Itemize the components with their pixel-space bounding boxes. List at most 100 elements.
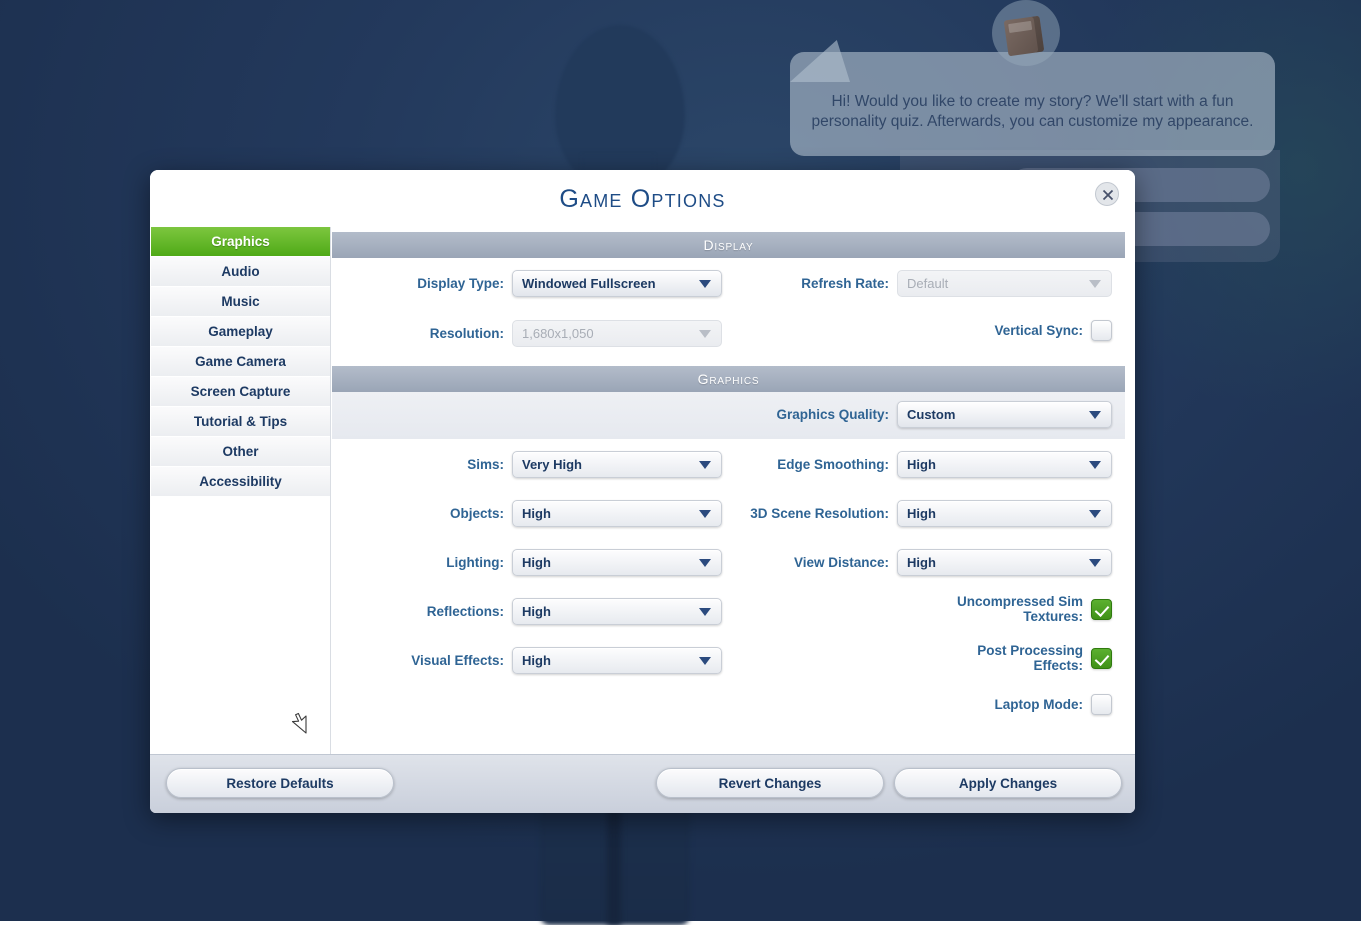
- display-type-label: Display Type:: [337, 276, 512, 291]
- reflections-dropdown[interactable]: High: [512, 598, 722, 625]
- sidebar-item-accessibility[interactable]: Accessibility: [151, 467, 330, 497]
- sidebar-item-label: Music: [221, 294, 259, 309]
- chevron-down-icon: [1089, 411, 1101, 419]
- chevron-down-icon: [1089, 559, 1101, 567]
- row-display-type: Display Type: Windowed Fullscreen Refres…: [332, 258, 1125, 310]
- sidebar-item-game-camera[interactable]: Game Camera: [151, 347, 330, 377]
- chevron-down-icon: [699, 657, 711, 665]
- reflections-value: High: [513, 604, 551, 619]
- display-type-dropdown[interactable]: Windowed Fullscreen: [512, 270, 722, 297]
- settings-content: Display Display Type: Windowed Fullscree…: [332, 227, 1125, 754]
- row-reflections: Reflections: High Uncompressed Sim Textu…: [332, 586, 1125, 635]
- graphics-quality-value: Custom: [898, 407, 955, 422]
- sidebar-item-tutorial-and-tips[interactable]: Tutorial & Tips: [151, 407, 330, 437]
- field-visual-effects: Visual Effects: High: [332, 647, 722, 674]
- section-body-graphics: Graphics Quality: Custom Sims: Very High: [332, 392, 1125, 733]
- sidebar-item-label: Gameplay: [208, 324, 273, 339]
- chevron-down-icon: [699, 330, 711, 338]
- field-objects: Objects: High: [332, 500, 722, 527]
- lighting-dropdown[interactable]: High: [512, 549, 722, 576]
- restore-defaults-button[interactable]: Restore Defaults: [166, 768, 394, 798]
- edge-smoothing-value: High: [898, 457, 936, 472]
- sidebar-item-label: Screen Capture: [191, 384, 291, 399]
- objects-dropdown[interactable]: High: [512, 500, 722, 527]
- sidebar-item-other[interactable]: Other: [151, 437, 330, 467]
- sidebar-item-graphics[interactable]: Graphics: [151, 227, 330, 257]
- resolution-label: Resolution:: [337, 326, 512, 341]
- scene-resolution-value: High: [898, 506, 936, 521]
- sidebar-item-music[interactable]: Music: [151, 287, 330, 317]
- sidebar-item-audio[interactable]: Audio: [151, 257, 330, 287]
- field-graphics-quality: Graphics Quality: Custom: [517, 401, 1112, 428]
- refresh-rate-label: Refresh Rate:: [727, 276, 897, 291]
- resolution-dropdown[interactable]: 1,680x1,050: [512, 320, 722, 347]
- chevron-down-icon: [699, 510, 711, 518]
- sidebar-item-label: Game Camera: [195, 354, 286, 369]
- row-sims: Sims: Very High Edge Smoothing: High: [332, 439, 1125, 488]
- dialog-footer: Restore Defaults Revert Changes Apply Ch…: [150, 754, 1135, 813]
- vertical-sync-checkbox[interactable]: [1091, 320, 1112, 341]
- field-vertical-sync: Vertical Sync:: [722, 320, 1112, 341]
- scene-resolution-dropdown[interactable]: High: [897, 500, 1112, 527]
- speech-bubble-text: Hi! Would you like to create my story? W…: [790, 92, 1275, 131]
- settings-sidebar: Graphics Audio Music Gameplay Game Camer…: [151, 227, 331, 754]
- sidebar-item-label: Graphics: [211, 234, 270, 249]
- graphics-quality-dropdown[interactable]: Custom: [897, 401, 1112, 428]
- reflections-label: Reflections:: [337, 604, 512, 619]
- edge-smoothing-dropdown[interactable]: High: [897, 451, 1112, 478]
- row-objects: Objects: High 3D Scene Resolution: High: [332, 488, 1125, 537]
- lighting-value: High: [513, 555, 551, 570]
- row-graphics-quality: Graphics Quality: Custom: [332, 400, 1125, 431]
- close-icon[interactable]: [1095, 182, 1119, 206]
- objects-value: High: [513, 506, 551, 521]
- chevron-down-icon: [1089, 461, 1101, 469]
- sidebar-item-label: Accessibility: [199, 474, 282, 489]
- refresh-rate-value: Default: [898, 276, 948, 291]
- laptop-mode-checkbox[interactable]: [1091, 694, 1112, 715]
- objects-label: Objects:: [337, 506, 512, 521]
- mouse-cursor: [290, 712, 310, 741]
- field-post-processing-effects: Post Processing Effects:: [722, 643, 1112, 673]
- sidebar-item-screen-capture[interactable]: Screen Capture: [151, 377, 330, 407]
- chevron-down-icon: [699, 461, 711, 469]
- display-type-value: Windowed Fullscreen: [513, 276, 656, 291]
- uncompressed-sim-textures-label: Uncompressed Sim Textures:: [921, 594, 1091, 624]
- speech-bubble: Hi! Would you like to create my story? W…: [790, 52, 1275, 156]
- dialog-titlebar: Game Options: [150, 170, 1135, 227]
- resolution-value: 1,680x1,050: [513, 326, 594, 341]
- uncompressed-sim-textures-checkbox[interactable]: [1091, 599, 1112, 620]
- view-distance-label: View Distance:: [727, 555, 897, 570]
- sidebar-item-label: Other: [222, 444, 258, 459]
- visual-effects-dropdown[interactable]: High: [512, 647, 722, 674]
- field-scene-resolution: 3D Scene Resolution: High: [722, 500, 1112, 527]
- view-distance-dropdown[interactable]: High: [897, 549, 1112, 576]
- refresh-rate-dropdown[interactable]: Default: [897, 270, 1112, 297]
- field-resolution: Resolution: 1,680x1,050: [332, 320, 722, 347]
- book-icon: [1004, 16, 1045, 57]
- chevron-down-icon: [1089, 510, 1101, 518]
- sidebar-item-label: Audio: [221, 264, 259, 279]
- field-display-type: Display Type: Windowed Fullscreen: [332, 270, 722, 297]
- chevron-down-icon: [699, 280, 711, 288]
- field-refresh-rate: Refresh Rate: Default: [722, 270, 1112, 297]
- field-reflections: Reflections: High: [332, 598, 722, 625]
- section-body-display: Display Type: Windowed Fullscreen Refres…: [332, 258, 1125, 366]
- scene-resolution-label: 3D Scene Resolution:: [727, 506, 897, 521]
- sims-label: Sims:: [337, 457, 512, 472]
- field-uncompressed-sim-textures: Uncompressed Sim Textures:: [722, 594, 1112, 624]
- field-sims: Sims: Very High: [332, 451, 722, 478]
- graphics-quality-band: Graphics Quality: Custom: [332, 392, 1125, 439]
- section-header-display: Display: [332, 232, 1125, 258]
- row-resolution: Resolution: 1,680x1,050 Vertical Sync:: [332, 310, 1125, 366]
- field-view-distance: View Distance: High: [722, 549, 1112, 576]
- visual-effects-value: High: [513, 653, 551, 668]
- field-edge-smoothing: Edge Smoothing: High: [722, 451, 1112, 478]
- edge-smoothing-label: Edge Smoothing:: [727, 457, 897, 472]
- apply-changes-button[interactable]: Apply Changes: [894, 768, 1122, 798]
- post-processing-effects-checkbox[interactable]: [1091, 648, 1112, 669]
- sidebar-item-gameplay[interactable]: Gameplay: [151, 317, 330, 347]
- view-distance-value: High: [898, 555, 936, 570]
- post-processing-effects-label: Post Processing Effects:: [921, 643, 1091, 673]
- revert-changes-button[interactable]: Revert Changes: [656, 768, 884, 798]
- sims-dropdown[interactable]: Very High: [512, 451, 722, 478]
